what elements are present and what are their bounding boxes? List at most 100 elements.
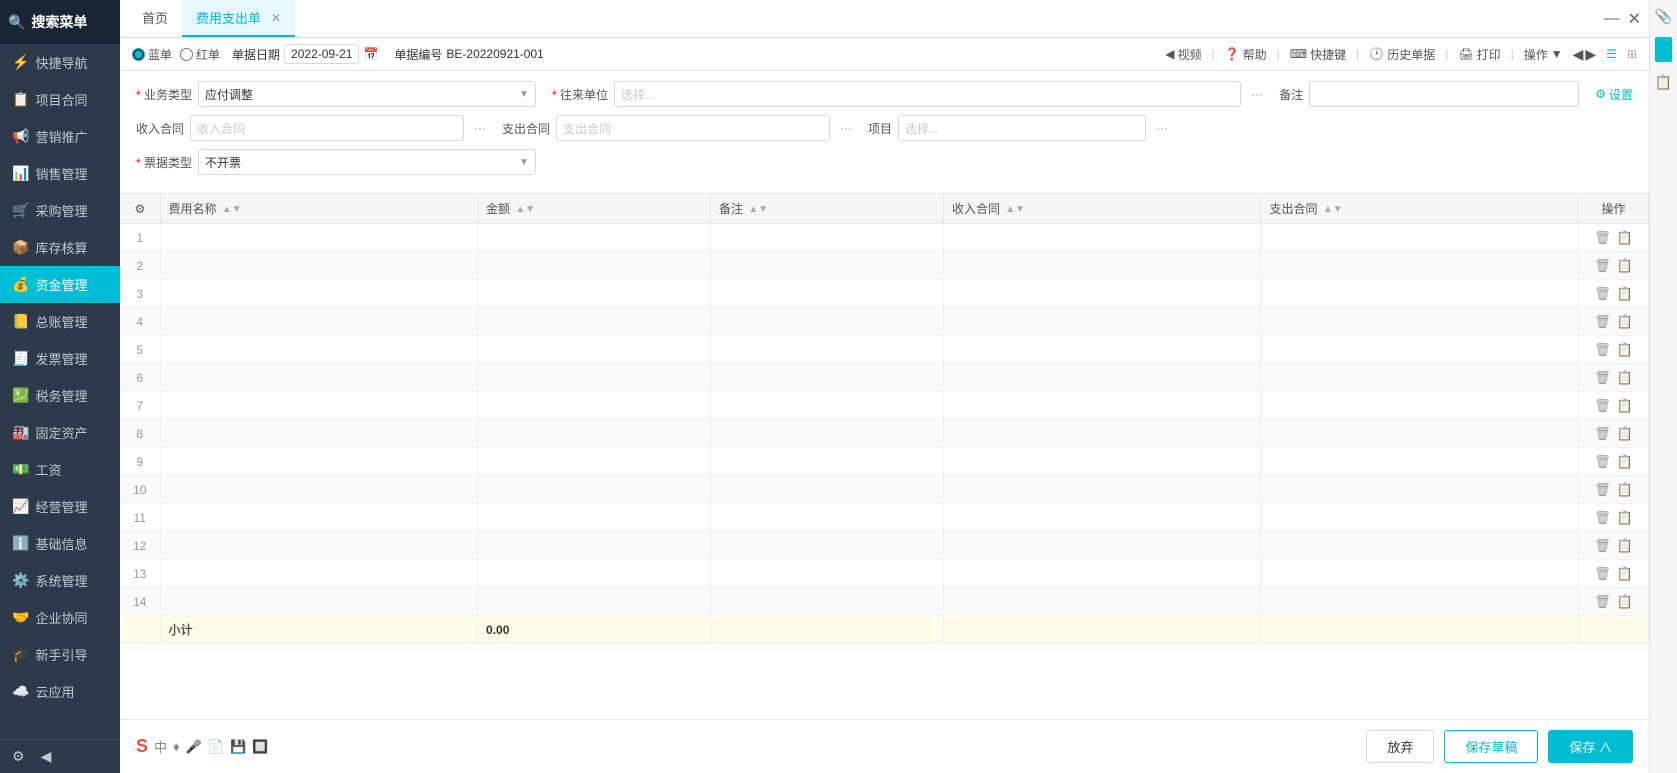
project-more-btn[interactable]: ··· — [1156, 121, 1168, 135]
expense-name-cell[interactable] — [160, 392, 478, 420]
remark-cell[interactable] — [711, 280, 944, 308]
expense-contract-cell[interactable] — [1261, 588, 1579, 616]
sidebar-item-sales-mgmt[interactable]: 📊销售管理 — [0, 155, 120, 192]
income-contract-cell[interactable] — [943, 224, 1260, 252]
copy-icon[interactable]: 📋 — [1617, 314, 1633, 330]
delete-icon[interactable]: 🗑 — [1594, 594, 1611, 610]
sort-icon-income-contract[interactable]: ▲▼ — [1005, 205, 1025, 215]
date-value[interactable]: 2022-09-21 — [284, 44, 359, 64]
radio-blue[interactable]: 蓝单 — [132, 46, 172, 63]
expense-contract-cell[interactable] — [1261, 308, 1579, 336]
col-amount[interactable]: 金额 ▲▼ — [478, 194, 711, 224]
expense-name-cell[interactable] — [160, 364, 478, 392]
print-btn[interactable]: 🖨 打印 — [1458, 46, 1500, 63]
sidebar-item-capital-mgmt[interactable]: 💰资金管理 — [0, 266, 120, 303]
expense-contract-select[interactable]: 支出合同 — [556, 115, 830, 141]
col-expense-contract[interactable]: 支出合同 ▲▼ — [1261, 194, 1579, 224]
copy-icon[interactable]: 📋 — [1617, 538, 1633, 554]
delete-icon[interactable]: 🗑 — [1594, 258, 1611, 274]
copy-icon[interactable]: 📋 — [1617, 566, 1633, 582]
remark-cell[interactable] — [711, 448, 944, 476]
col-expense-name[interactable]: 费用名称 ▲▼ — [160, 194, 478, 224]
amount-cell[interactable] — [478, 476, 711, 504]
sidebar-item-enterprise-collab[interactable]: 🤝企业协同 — [0, 599, 120, 636]
expense-contract-cell[interactable] — [1261, 448, 1579, 476]
income-contract-cell[interactable] — [943, 392, 1260, 420]
sidebar-item-project-contract[interactable]: 📋项目合同 — [0, 81, 120, 118]
col-config[interactable]: ⚙ — [120, 194, 160, 224]
expense-name-cell[interactable] — [160, 252, 478, 280]
income-contract-cell[interactable] — [943, 364, 1260, 392]
sidebar-item-purchase-mgmt[interactable]: 🛒采购管理 — [0, 192, 120, 229]
right-panel-clip-icon[interactable]: 📎 — [1655, 8, 1672, 25]
income-contract-more-btn[interactable]: ··· — [474, 121, 486, 135]
delete-icon[interactable]: 🗑 — [1594, 566, 1611, 582]
settings-icon[interactable]: ⚙ — [12, 748, 25, 765]
partner-select[interactable]: 选择... — [614, 81, 1241, 107]
remark-cell[interactable] — [711, 364, 944, 392]
expense-contract-cell[interactable] — [1261, 420, 1579, 448]
expense-contract-cell[interactable] — [1261, 280, 1579, 308]
expense-contract-cell[interactable] — [1261, 336, 1579, 364]
sort-icon-expense-contract[interactable]: ▲▼ — [1323, 205, 1343, 215]
amount-cell[interactable] — [478, 336, 711, 364]
expense-contract-cell[interactable] — [1261, 392, 1579, 420]
delete-icon[interactable]: 🗑 — [1594, 482, 1611, 498]
expense-name-cell[interactable] — [160, 280, 478, 308]
remark-cell[interactable] — [711, 560, 944, 588]
copy-icon[interactable]: 📋 — [1617, 426, 1633, 442]
expense-name-cell[interactable] — [160, 308, 478, 336]
expense-contract-cell[interactable] — [1261, 364, 1579, 392]
amount-cell[interactable] — [478, 588, 711, 616]
expense-contract-cell[interactable] — [1261, 476, 1579, 504]
right-panel-mail-icon[interactable]: ✉ — [1655, 37, 1673, 62]
business-type-select[interactable]: 应付调整 ▼ — [198, 81, 536, 107]
save-button[interactable]: 保存 ∧ — [1548, 730, 1633, 763]
sidebar-item-payroll[interactable]: 💵工资 — [0, 451, 120, 488]
expense-name-cell[interactable] — [160, 224, 478, 252]
expense-name-cell[interactable] — [160, 588, 478, 616]
delete-icon[interactable]: 🗑 — [1594, 314, 1611, 330]
project-select[interactable]: 选择... — [898, 115, 1146, 141]
expense-name-cell[interactable] — [160, 504, 478, 532]
logo-mic-icon[interactable]: ♦ — [173, 739, 180, 754]
sidebar-item-invoice-mgmt[interactable]: 🧾发票管理 — [0, 340, 120, 377]
copy-icon[interactable]: 📋 — [1617, 594, 1633, 610]
sidebar-item-quick-nav[interactable]: ⚡快捷导航 — [0, 44, 120, 81]
sidebar-item-marketing[interactable]: 📢营销推广 — [0, 118, 120, 155]
window-minimize[interactable]: — — [1604, 10, 1620, 28]
delete-icon[interactable]: 🗑 — [1594, 370, 1611, 386]
tab-expense-slip[interactable]: 费用支出单✕ — [182, 0, 295, 37]
view-toggle-grid[interactable]: ⊞ — [1627, 47, 1637, 61]
income-contract-cell[interactable] — [943, 252, 1260, 280]
expense-contract-cell[interactable] — [1261, 532, 1579, 560]
shortcut-btn[interactable]: ⌨ 快捷键 — [1290, 46, 1346, 63]
partner-more-btn[interactable]: ··· — [1251, 87, 1263, 101]
income-contract-cell[interactable] — [943, 476, 1260, 504]
amount-cell[interactable] — [478, 280, 711, 308]
income-contract-cell[interactable] — [943, 280, 1260, 308]
logo-doc-icon[interactable]: 📄 — [208, 739, 224, 755]
radio-red[interactable]: 红单 — [180, 46, 220, 63]
amount-cell[interactable] — [478, 532, 711, 560]
sidebar-item-basic-info[interactable]: ℹ️基础信息 — [0, 525, 120, 562]
expense-name-cell[interactable] — [160, 420, 478, 448]
sidebar-item-system-mgmt[interactable]: ⚙️系统管理 — [0, 562, 120, 599]
save-draft-button[interactable]: 保存草稿 — [1444, 730, 1538, 763]
remark-cell[interactable] — [711, 336, 944, 364]
logo-grid-icon[interactable]: 🔲 — [252, 739, 268, 755]
income-contract-cell[interactable] — [943, 532, 1260, 560]
expense-name-cell[interactable] — [160, 532, 478, 560]
calendar-icon[interactable]: 📅 — [363, 47, 378, 61]
remark-cell[interactable] — [711, 392, 944, 420]
remark-input[interactable] — [1309, 81, 1579, 107]
income-contract-cell[interactable] — [943, 560, 1260, 588]
copy-icon[interactable]: 📋 — [1617, 398, 1633, 414]
amount-cell[interactable] — [478, 364, 711, 392]
history-btn[interactable]: 🕐 历史单据 — [1369, 46, 1435, 63]
copy-icon[interactable]: 📋 — [1617, 370, 1633, 386]
settings-btn[interactable]: ⚙ 设置 — [1595, 86, 1633, 103]
amount-cell[interactable] — [478, 308, 711, 336]
remark-cell[interactable] — [711, 308, 944, 336]
col-income-contract[interactable]: 收入合同 ▲▼ — [943, 194, 1260, 224]
